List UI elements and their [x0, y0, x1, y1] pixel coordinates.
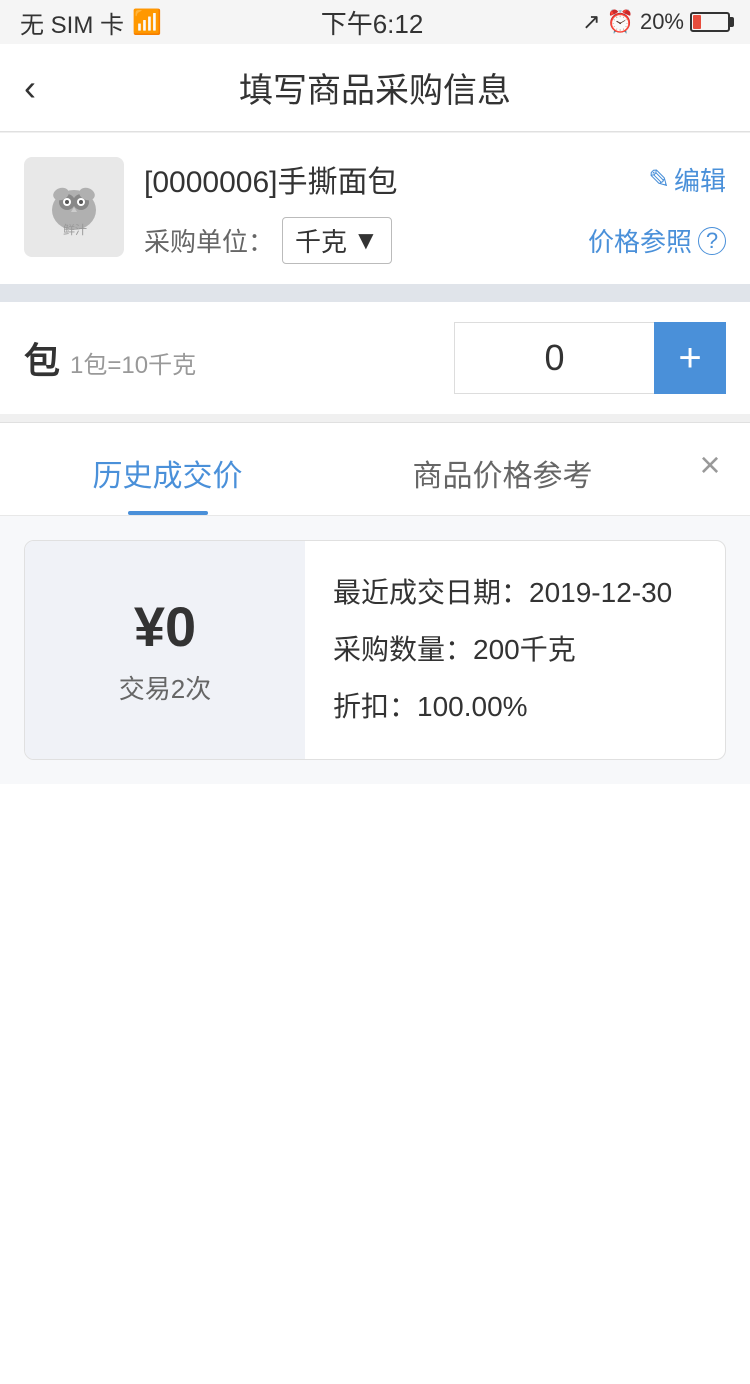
discount-value: 100.00%	[417, 691, 528, 722]
status-time: 下午6:12	[321, 4, 424, 41]
svg-text:鲜汁: 鲜汁	[63, 223, 87, 237]
discount-label: 折扣：	[333, 691, 417, 722]
tab-content: ¥0 交易2次 最近成交日期：2019-12-30 采购数量：200千克 折扣：…	[0, 516, 750, 784]
unit-value: 千克	[295, 222, 347, 259]
product-info: [0000006]手撕面包 ✎ 编辑 采购单位： 千克 ▼ 价格参照 ?	[144, 157, 726, 264]
edit-label: 编辑	[674, 161, 726, 198]
unit-label: 采购单位：	[144, 222, 274, 259]
price-card: ¥0 交易2次 最近成交日期：2019-12-30 采购数量：200千克 折扣：…	[24, 540, 726, 760]
recent-date-value: 2019-12-30	[529, 577, 672, 608]
tab-product-price-ref[interactable]: 商品价格参考	[335, 423, 670, 515]
tab-close-button[interactable]: ×	[670, 444, 750, 494]
location-icon: ↗	[582, 9, 600, 35]
price-ref-label: 价格参照	[588, 222, 692, 259]
page-title: 填写商品采购信息	[239, 63, 511, 112]
discount-row: 折扣：100.00%	[333, 687, 697, 726]
page-header: ‹ 填写商品采购信息	[0, 44, 750, 132]
price-trades: 交易2次	[119, 669, 211, 706]
tabs-header: 历史成交价 商品价格参考 ×	[0, 423, 750, 516]
unit-select[interactable]: 千克 ▼	[282, 217, 392, 264]
product-thumbnail: 鲜汁	[24, 157, 124, 257]
quantity-input[interactable]: 0	[454, 322, 654, 394]
price-card-right: 最近成交日期：2019-12-30 采购数量：200千克 折扣：100.00%	[305, 541, 725, 759]
quantity-input-wrap: 0 +	[454, 322, 726, 394]
alarm-icon: ⏰	[607, 9, 634, 35]
tabs-panel: 历史成交价 商品价格参考 × ¥0 交易2次 最近成交日期：2019-12-30…	[0, 422, 750, 784]
tab-history-price[interactable]: 历史成交价	[0, 423, 335, 515]
price-currency: ¥	[134, 595, 165, 658]
product-logo: 鲜汁	[39, 172, 109, 242]
edit-icon: ✎	[648, 164, 670, 195]
status-bar: 无 SIM 卡 📶 下午6:12 ↗ ⏰ 20%	[0, 0, 750, 44]
dropdown-icon: ▼	[353, 225, 379, 256]
quantity-unit: 包	[24, 332, 60, 384]
quantity-plus-button[interactable]: +	[654, 322, 726, 394]
quantity-row: 采购数量：200千克	[333, 630, 697, 669]
recent-date-row: 最近成交日期：2019-12-30	[333, 573, 697, 612]
wifi-icon: 📶	[132, 8, 162, 37]
quantity-sub-unit: 1包=10千克	[70, 345, 196, 380]
price-number: 0	[165, 595, 196, 658]
sim-text: 无 SIM 卡	[20, 5, 124, 40]
edit-button[interactable]: ✎ 编辑	[648, 161, 726, 198]
status-left: 无 SIM 卡 📶	[20, 5, 162, 40]
battery-icon	[690, 12, 730, 32]
back-button[interactable]: ‹	[24, 67, 36, 109]
purchase-quantity-label: 采购数量：	[333, 634, 473, 665]
status-right: ↗ ⏰ 20%	[582, 9, 730, 35]
recent-date-label: 最近成交日期：	[333, 577, 529, 608]
main-body	[0, 784, 750, 1384]
price-card-left: ¥0 交易2次	[25, 541, 305, 759]
product-name: [0000006]手撕面包	[144, 157, 397, 201]
quantity-section: 包 1包=10千克 0 +	[0, 302, 750, 414]
section-divider	[0, 284, 750, 302]
price-ref-button[interactable]: 价格参照 ?	[588, 222, 726, 259]
product-section: 鲜汁 [0000006]手撕面包 ✎ 编辑 采购单位： 千克 ▼	[0, 133, 750, 284]
battery-percent: 20%	[640, 9, 684, 35]
help-icon: ?	[698, 227, 726, 255]
purchase-quantity-value: 200千克	[473, 634, 576, 665]
price-value: ¥0	[134, 594, 196, 659]
